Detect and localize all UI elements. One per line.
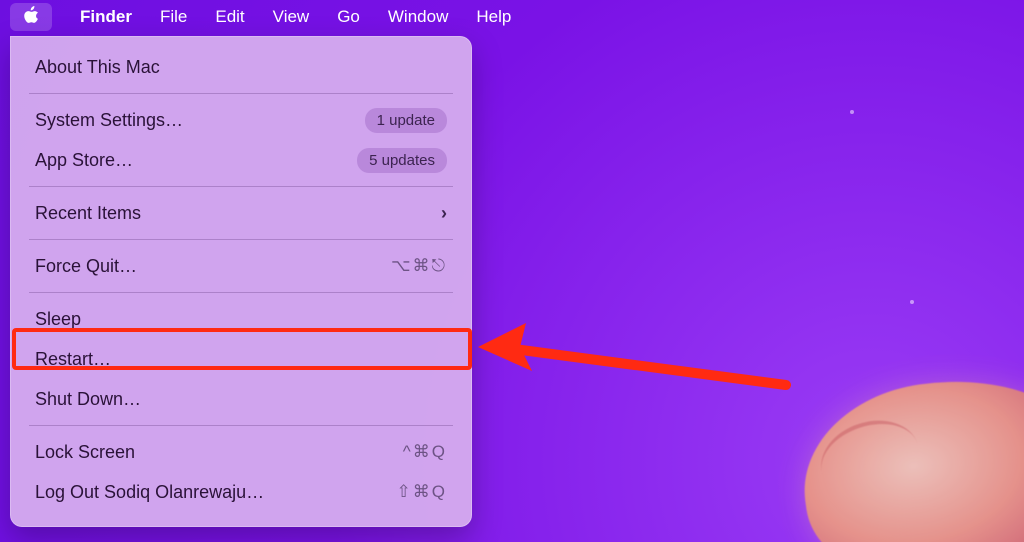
apple-menu-button[interactable] — [10, 3, 52, 31]
menu-item-label: Shut Down… — [35, 389, 141, 410]
menu-file[interactable]: File — [146, 3, 201, 31]
menu-item-label: About This Mac — [35, 57, 160, 78]
menu-app-name[interactable]: Finder — [66, 3, 146, 31]
menu-help[interactable]: Help — [462, 3, 525, 31]
menu-system-settings[interactable]: System Settings… 1 update — [11, 100, 471, 140]
keyboard-shortcut: ⇧⌘Q — [397, 482, 447, 502]
menu-shut-down[interactable]: Shut Down… — [11, 379, 471, 419]
chevron-right-icon: › — [441, 203, 447, 224]
menu-separator — [29, 425, 453, 426]
keyboard-shortcut: ⌥⌘⎋ — [391, 256, 447, 276]
menu-item-label: Force Quit… — [35, 256, 137, 277]
apple-menu-dropdown: About This Mac System Settings… 1 update… — [10, 36, 472, 527]
update-badge: 5 updates — [357, 148, 447, 173]
menu-item-label: Log Out Sodiq Olanrewaju… — [35, 482, 264, 503]
menu-item-label: Restart… — [35, 349, 111, 370]
menu-item-label: App Store… — [35, 150, 133, 171]
apple-logo-icon — [22, 5, 40, 30]
menu-item-label: System Settings… — [35, 110, 183, 131]
keyboard-shortcut: ^⌘Q — [403, 442, 447, 462]
menu-edit[interactable]: Edit — [201, 3, 258, 31]
menu-item-label: Lock Screen — [35, 442, 135, 463]
menu-item-label: Sleep — [35, 309, 81, 330]
update-badge: 1 update — [365, 108, 447, 133]
menu-force-quit[interactable]: Force Quit… ⌥⌘⎋ — [11, 246, 471, 286]
menu-recent-items[interactable]: Recent Items › — [11, 193, 471, 233]
menu-item-label: Recent Items — [35, 203, 141, 224]
menu-lock-screen[interactable]: Lock Screen ^⌘Q — [11, 432, 471, 472]
menu-separator — [29, 186, 453, 187]
menu-separator — [29, 239, 453, 240]
menu-bar: Finder File Edit View Go Window Help — [0, 0, 1024, 34]
menu-window[interactable]: Window — [374, 3, 462, 31]
menu-view[interactable]: View — [259, 3, 324, 31]
menu-restart[interactable]: Restart… — [11, 339, 471, 379]
menu-about-this-mac[interactable]: About This Mac — [11, 47, 471, 87]
menu-sleep[interactable]: Sleep — [11, 299, 471, 339]
menu-log-out[interactable]: Log Out Sodiq Olanrewaju… ⇧⌘Q — [11, 472, 471, 512]
menu-separator — [29, 93, 453, 94]
menu-go[interactable]: Go — [323, 3, 374, 31]
menu-app-store[interactable]: App Store… 5 updates — [11, 140, 471, 180]
menu-separator — [29, 292, 453, 293]
